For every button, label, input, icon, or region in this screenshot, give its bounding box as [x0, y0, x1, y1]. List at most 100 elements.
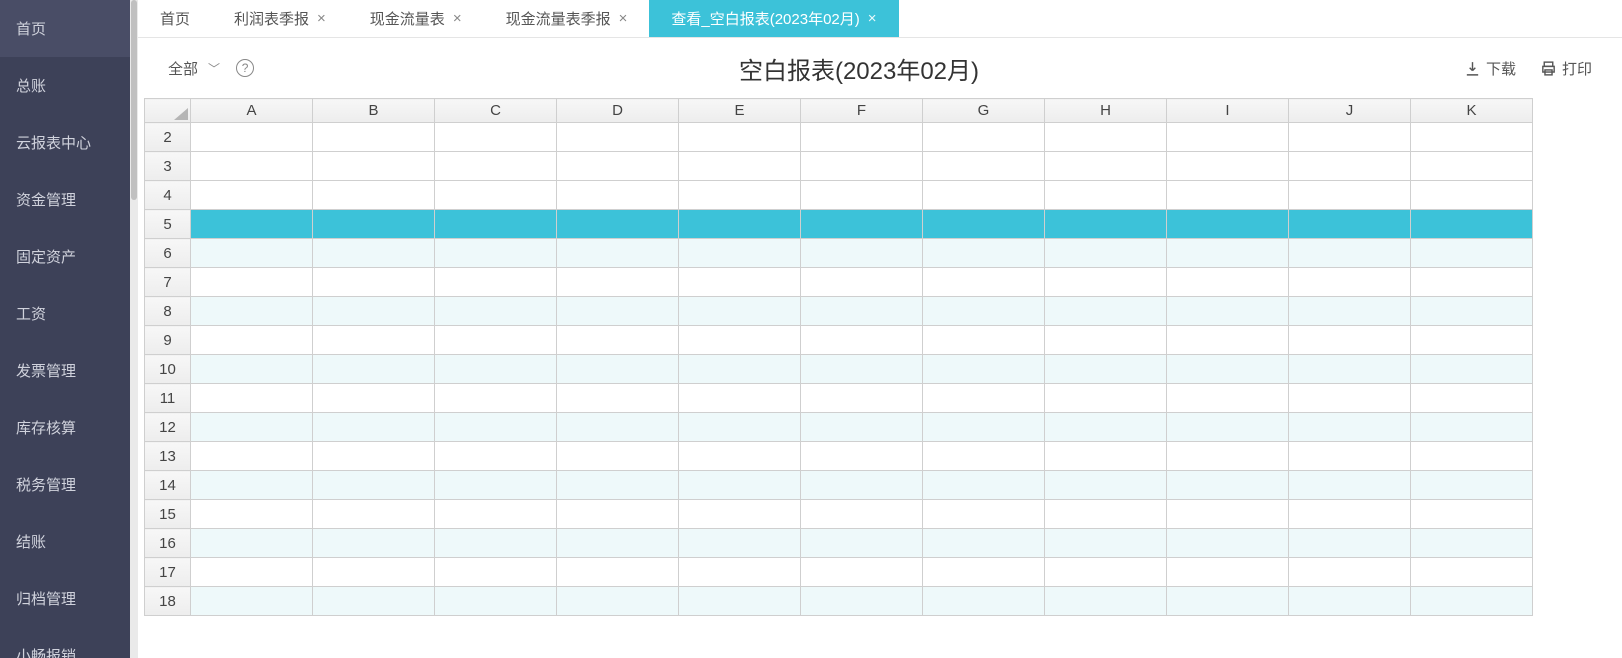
- cell-D5[interactable]: [557, 210, 679, 239]
- cell-C18[interactable]: [435, 587, 557, 616]
- cell-K4[interactable]: [1411, 181, 1533, 210]
- cell-I9[interactable]: [1167, 326, 1289, 355]
- cell-F9[interactable]: [801, 326, 923, 355]
- cell-D9[interactable]: [557, 326, 679, 355]
- cell-J2[interactable]: [1289, 123, 1411, 152]
- column-header-A[interactable]: A: [191, 99, 313, 123]
- cell-E9[interactable]: [679, 326, 801, 355]
- row-header-18[interactable]: 18: [145, 587, 191, 616]
- cell-C17[interactable]: [435, 558, 557, 587]
- sidebar-item-11[interactable]: 小畅报销: [0, 627, 130, 658]
- cell-D11[interactable]: [557, 384, 679, 413]
- cell-J9[interactable]: [1289, 326, 1411, 355]
- cell-A5[interactable]: [191, 210, 313, 239]
- cell-E7[interactable]: [679, 268, 801, 297]
- cell-B8[interactable]: [313, 297, 435, 326]
- cell-E2[interactable]: [679, 123, 801, 152]
- cell-C11[interactable]: [435, 384, 557, 413]
- tab-2[interactable]: 现金流量表×: [348, 0, 484, 37]
- tab-1[interactable]: 利润表季报×: [212, 0, 348, 37]
- cell-C15[interactable]: [435, 500, 557, 529]
- cell-J6[interactable]: [1289, 239, 1411, 268]
- cell-B16[interactable]: [313, 529, 435, 558]
- cell-F4[interactable]: [801, 181, 923, 210]
- cell-I12[interactable]: [1167, 413, 1289, 442]
- sidebar-item-9[interactable]: 结账: [0, 513, 130, 570]
- sidebar-item-7[interactable]: 库存核算: [0, 399, 130, 456]
- cell-F7[interactable]: [801, 268, 923, 297]
- cell-F13[interactable]: [801, 442, 923, 471]
- cell-K18[interactable]: [1411, 587, 1533, 616]
- select-all-corner[interactable]: [145, 99, 191, 123]
- cell-G17[interactable]: [923, 558, 1045, 587]
- row-header-17[interactable]: 17: [145, 558, 191, 587]
- cell-K11[interactable]: [1411, 384, 1533, 413]
- cell-J16[interactable]: [1289, 529, 1411, 558]
- cell-J17[interactable]: [1289, 558, 1411, 587]
- cell-H4[interactable]: [1045, 181, 1167, 210]
- cell-A16[interactable]: [191, 529, 313, 558]
- cell-I17[interactable]: [1167, 558, 1289, 587]
- cell-D7[interactable]: [557, 268, 679, 297]
- cell-K9[interactable]: [1411, 326, 1533, 355]
- row-header-10[interactable]: 10: [145, 355, 191, 384]
- cell-H14[interactable]: [1045, 471, 1167, 500]
- cell-I13[interactable]: [1167, 442, 1289, 471]
- cell-K16[interactable]: [1411, 529, 1533, 558]
- cell-F10[interactable]: [801, 355, 923, 384]
- cell-G12[interactable]: [923, 413, 1045, 442]
- cell-B3[interactable]: [313, 152, 435, 181]
- cell-C16[interactable]: [435, 529, 557, 558]
- cell-J15[interactable]: [1289, 500, 1411, 529]
- cell-E18[interactable]: [679, 587, 801, 616]
- cell-C5[interactable]: [435, 210, 557, 239]
- cell-I3[interactable]: [1167, 152, 1289, 181]
- cell-I11[interactable]: [1167, 384, 1289, 413]
- cell-J5[interactable]: [1289, 210, 1411, 239]
- cell-B11[interactable]: [313, 384, 435, 413]
- cell-A14[interactable]: [191, 471, 313, 500]
- cell-D13[interactable]: [557, 442, 679, 471]
- cell-K3[interactable]: [1411, 152, 1533, 181]
- cell-E14[interactable]: [679, 471, 801, 500]
- cell-I14[interactable]: [1167, 471, 1289, 500]
- cell-J11[interactable]: [1289, 384, 1411, 413]
- cell-D10[interactable]: [557, 355, 679, 384]
- cell-C10[interactable]: [435, 355, 557, 384]
- cell-K15[interactable]: [1411, 500, 1533, 529]
- cell-A10[interactable]: [191, 355, 313, 384]
- column-header-J[interactable]: J: [1289, 99, 1411, 123]
- cell-J12[interactable]: [1289, 413, 1411, 442]
- cell-E6[interactable]: [679, 239, 801, 268]
- cell-H17[interactable]: [1045, 558, 1167, 587]
- cell-F2[interactable]: [801, 123, 923, 152]
- cell-G3[interactable]: [923, 152, 1045, 181]
- cell-B5[interactable]: [313, 210, 435, 239]
- cell-H9[interactable]: [1045, 326, 1167, 355]
- cell-A7[interactable]: [191, 268, 313, 297]
- cell-J10[interactable]: [1289, 355, 1411, 384]
- cell-F5[interactable]: [801, 210, 923, 239]
- row-header-5[interactable]: 5: [145, 210, 191, 239]
- row-header-4[interactable]: 4: [145, 181, 191, 210]
- cell-H7[interactable]: [1045, 268, 1167, 297]
- cell-F17[interactable]: [801, 558, 923, 587]
- column-header-E[interactable]: E: [679, 99, 801, 123]
- cell-A17[interactable]: [191, 558, 313, 587]
- row-header-11[interactable]: 11: [145, 384, 191, 413]
- cell-J8[interactable]: [1289, 297, 1411, 326]
- sidebar-item-1[interactable]: 总账: [0, 57, 130, 114]
- row-header-7[interactable]: 7: [145, 268, 191, 297]
- cell-H12[interactable]: [1045, 413, 1167, 442]
- cell-D8[interactable]: [557, 297, 679, 326]
- row-header-12[interactable]: 12: [145, 413, 191, 442]
- cell-B14[interactable]: [313, 471, 435, 500]
- cell-J7[interactable]: [1289, 268, 1411, 297]
- cell-G14[interactable]: [923, 471, 1045, 500]
- cell-J3[interactable]: [1289, 152, 1411, 181]
- cell-K17[interactable]: [1411, 558, 1533, 587]
- cell-E13[interactable]: [679, 442, 801, 471]
- cell-K8[interactable]: [1411, 297, 1533, 326]
- cell-G7[interactable]: [923, 268, 1045, 297]
- cell-F15[interactable]: [801, 500, 923, 529]
